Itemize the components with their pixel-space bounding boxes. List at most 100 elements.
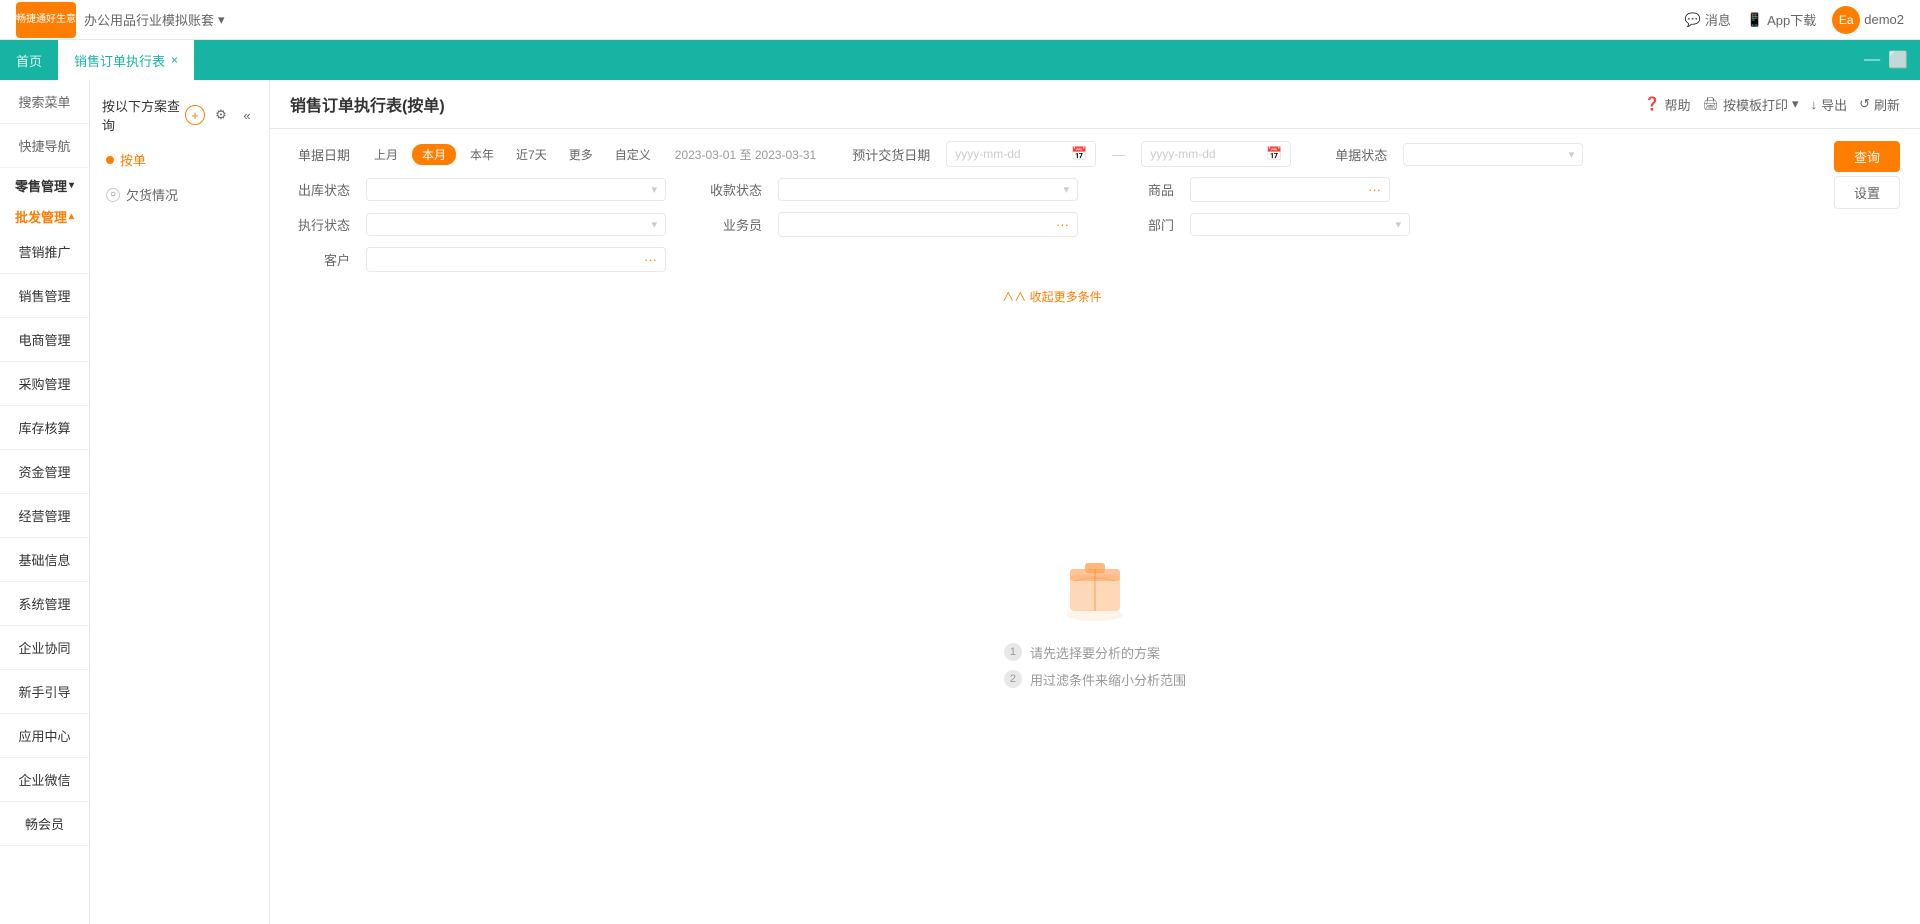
sidebar-item-inventory[interactable]: 库存核算	[0, 406, 89, 450]
dept-select[interactable]: ▾	[1190, 213, 1410, 236]
date-btn-custom[interactable]: 自定义	[607, 143, 659, 166]
goods-ellipsis-icon[interactable]: ···	[1368, 182, 1381, 197]
sidebar-item-retail[interactable]: 零售管理 ▾	[0, 168, 89, 199]
left-panel: 按以下方案查询 + ⚙ « 按单 ○	[90, 80, 270, 924]
sidebar-quick-nav[interactable]: 快捷导航	[0, 124, 89, 168]
status-select[interactable]: ▾	[1403, 143, 1583, 166]
customer-ellipsis-icon[interactable]: ···	[644, 252, 657, 267]
breadcrumb: 办公用品行业模拟账套 ▾	[84, 10, 225, 29]
main-layout: 搜索菜单 快捷导航 零售管理 ▾ 批发管理 ▴ 营销推广 销售管理 电商管理 采…	[0, 80, 1920, 924]
date-btn-this-month[interactable]: 本月	[412, 144, 456, 165]
export-icon: ↓	[1811, 97, 1818, 112]
sidebar: 搜索菜单 快捷导航 零售管理 ▾ 批发管理 ▴ 营销推广 销售管理 电商管理 采…	[0, 80, 90, 924]
filter-row-4: 客户 ···	[290, 247, 1814, 272]
left-panel-header: 按以下方案查询 + ⚙ «	[90, 88, 269, 142]
receipt-chevron-icon: ▾	[1063, 183, 1069, 196]
active-dot-icon	[106, 156, 114, 164]
sidebar-item-operation[interactable]: 经营管理	[0, 494, 89, 538]
sidebar-item-member[interactable]: 畅会员	[0, 802, 89, 846]
receipt-label: 收款状态	[702, 180, 762, 199]
content: 按以下方案查询 + ⚙ « 按单 ○	[90, 80, 1920, 924]
print-icon: 🖨	[1703, 96, 1720, 112]
help-button[interactable]: ❓ 帮助	[1644, 95, 1690, 114]
date-options-group: 上月 本月 本年 近7天 更多 自定义	[366, 143, 659, 166]
sidebar-item-enterprise[interactable]: 企业协同	[0, 626, 89, 670]
collapse-icon: «	[243, 108, 250, 123]
empty-tip-2: 2 用过滤条件来缩小分析范围	[1004, 670, 1186, 689]
message-icon: 💬	[1685, 12, 1701, 28]
collapse-panel-button[interactable]: «	[237, 105, 257, 125]
topbar: 畅捷通好生意 办公用品行业模拟账套 ▾ 💬 消息 📱 App下载 Ea demo…	[0, 0, 1920, 40]
add-scheme-button[interactable]: +	[185, 105, 205, 125]
print-arrow-icon: ▾	[1792, 96, 1799, 112]
sidebar-item-marketing[interactable]: 营销推广	[0, 230, 89, 274]
user-menu[interactable]: Ea demo2	[1832, 6, 1904, 34]
avatar: Ea	[1832, 6, 1860, 34]
sidebar-item-wechat[interactable]: 企业微信	[0, 758, 89, 802]
date-btn-last-month[interactable]: 上月	[366, 143, 406, 166]
sidebar-search[interactable]: 搜索菜单	[0, 80, 89, 124]
query-btn-group: 查询 设置	[1834, 129, 1920, 311]
calendar-end-icon: 📅	[1266, 146, 1282, 162]
breadcrumb-arrow-icon[interactable]: ▾	[218, 12, 225, 28]
refresh-button[interactable]: ↺ 刷新	[1859, 95, 1900, 114]
query-button[interactable]: 查询	[1834, 141, 1900, 172]
receipt-select[interactable]: ▾	[778, 178, 1078, 201]
exec-label: 执行状态	[290, 215, 350, 234]
exec-chevron-icon: ▾	[651, 218, 657, 231]
scheme-item-shortage[interactable]: ○ 欠货情况	[90, 177, 269, 212]
sidebar-item-purchase[interactable]: 采购管理	[0, 362, 89, 406]
sidebar-item-sales[interactable]: 销售管理	[0, 274, 89, 318]
date-btn-more[interactable]: 更多	[561, 143, 601, 166]
expected-date-label: 预计交货日期	[852, 145, 930, 164]
expected-date-end-input[interactable]: yyyy-mm-dd 📅	[1141, 141, 1291, 167]
sidebar-item-basic[interactable]: 基础信息	[0, 538, 89, 582]
sidebar-item-ecommerce[interactable]: 电商管理	[0, 318, 89, 362]
empty-state: 1 请先选择要分析的方案 2 用过滤条件来缩小分析范围	[270, 311, 1920, 924]
message-button[interactable]: 💬 消息	[1685, 10, 1731, 29]
expected-date-start-input[interactable]: yyyy-mm-dd 📅	[946, 141, 1096, 167]
sidebar-item-system[interactable]: 系统管理	[0, 582, 89, 626]
chevron-down-icon: ▾	[69, 180, 74, 191]
outbound-chevron-icon: ▾	[651, 183, 657, 196]
maximize-icon[interactable]: ⬜	[1888, 50, 1908, 70]
salesperson-label: 业务员	[702, 215, 762, 234]
exec-select[interactable]: ▾	[366, 213, 666, 236]
chevron-up-icon: ▴	[69, 211, 74, 222]
tab-home[interactable]: 首页	[0, 40, 58, 80]
calendar-icon: 📅	[1071, 146, 1087, 162]
sidebar-item-wholesale[interactable]: 批发管理 ▴	[0, 199, 89, 230]
export-button[interactable]: ↓ 导出	[1811, 95, 1848, 114]
status-chevron-icon: ▾	[1569, 148, 1575, 161]
circle-icon: ○	[106, 188, 120, 202]
date-range-display: 2023-03-01 至 2023-03-31	[675, 146, 816, 163]
goods-label: 商品	[1114, 180, 1174, 199]
date-btn-this-year[interactable]: 本年	[462, 143, 502, 166]
goods-input[interactable]: ···	[1190, 177, 1390, 202]
print-button[interactable]: 🖨 按模板打印 ▾	[1703, 95, 1799, 114]
tab-sales-order[interactable]: 销售订单执行表 ×	[58, 40, 194, 80]
sidebar-item-finance[interactable]: 资金管理	[0, 450, 89, 494]
customer-input[interactable]: ···	[366, 247, 666, 272]
settings-scheme-button[interactable]: ⚙	[211, 105, 231, 125]
salesperson-ellipsis-icon[interactable]: ···	[1056, 217, 1069, 232]
customer-label: 客户	[290, 250, 350, 269]
sidebar-item-appstore[interactable]: 应用中心	[0, 714, 89, 758]
page-header-actions: ❓ 帮助 🖨 按模板打印 ▾ ↓ 导出 ↺ 刷新	[1644, 95, 1900, 114]
tab-close-icon[interactable]: ×	[171, 53, 178, 67]
scheme-item-by-order[interactable]: 按单	[90, 142, 269, 177]
tabbar: 首页 销售订单执行表 × — ⬜	[0, 40, 1920, 80]
app-download-button[interactable]: 📱 App下载	[1747, 10, 1816, 29]
collapse-bar[interactable]: ∧∧ 收起更多条件	[290, 282, 1814, 311]
date-label: 单据日期	[290, 145, 350, 164]
left-panel-title: 按以下方案查询	[102, 96, 185, 134]
minimize-icon[interactable]: —	[1864, 51, 1880, 69]
sidebar-item-guide[interactable]: 新手引导	[0, 670, 89, 714]
settings-button[interactable]: 设置	[1834, 176, 1900, 209]
tip-num-1: 1	[1004, 643, 1022, 661]
filter-row-1: 单据日期 上月 本月 本年 近7天 更多 自定义 2023-03-01 至 20…	[290, 141, 1814, 167]
outbound-select[interactable]: ▾	[366, 178, 666, 201]
date-btn-7days[interactable]: 近7天	[508, 143, 555, 166]
salesperson-input[interactable]: ···	[778, 212, 1078, 237]
date-dash: —	[1112, 147, 1125, 162]
